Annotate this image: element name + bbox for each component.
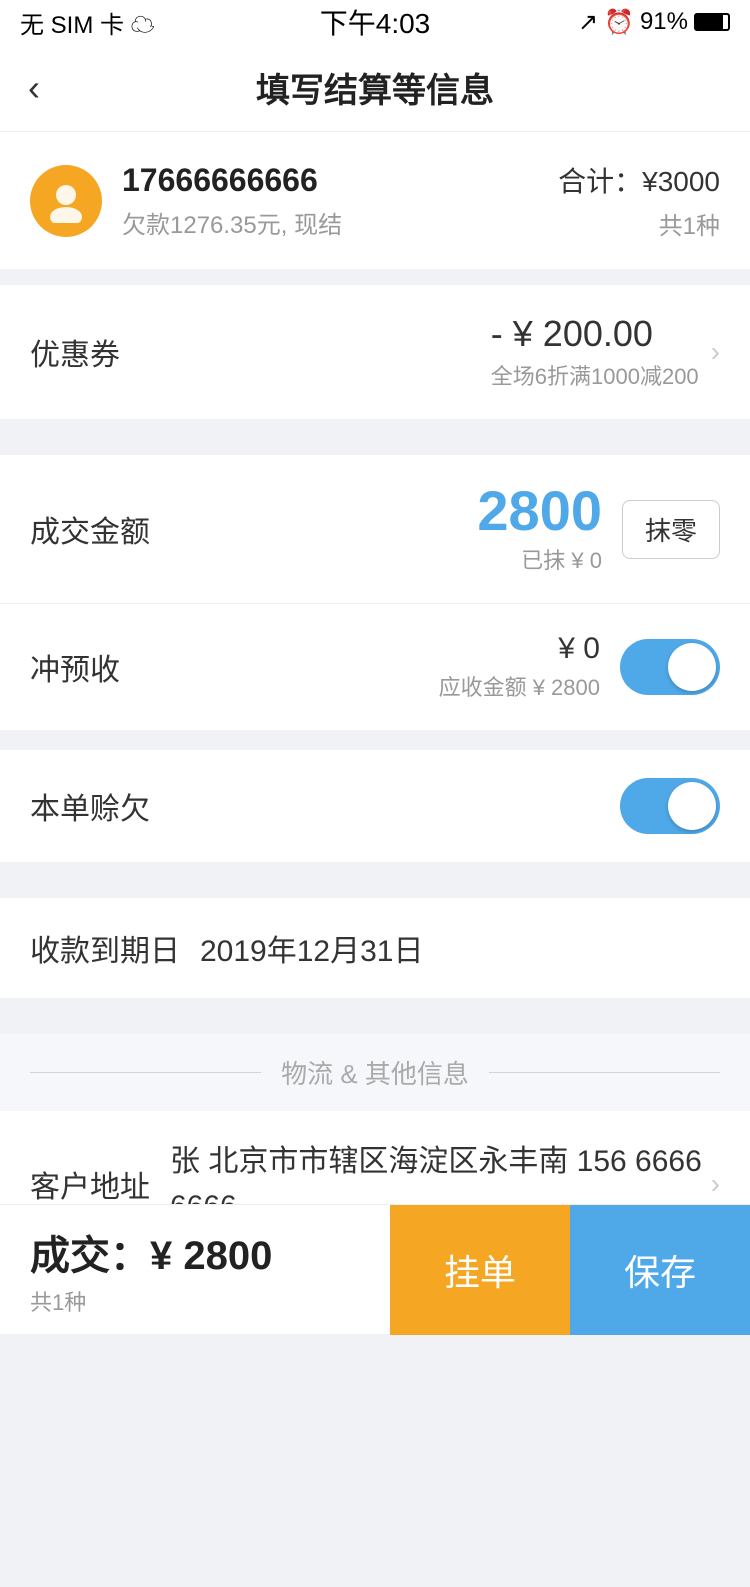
amount-row: 成交金额 2800 已抹 ¥ 0 抹零	[0, 455, 750, 604]
coupon-label: 优惠券	[30, 330, 120, 374]
bottom-summary: 成交：¥ 2800 共1种	[0, 1223, 390, 1317]
logistics-divider-text: 物流 & 其他信息	[281, 1054, 469, 1091]
user-info: 17666666666 欠款1276.35元, 现结	[122, 162, 342, 240]
battery-icon	[694, 13, 730, 31]
alarm-icon: ⏰	[604, 8, 634, 37]
address-chevron-icon: ›	[711, 1168, 720, 1200]
status-bar-left: 无 SIM 卡 ☁	[20, 5, 155, 40]
status-bar-right: ↗ ⏰ 91%	[578, 8, 730, 37]
amount-label: 成交金额	[30, 507, 150, 551]
toggle-knob	[668, 643, 716, 691]
form-section-amount: 成交金额 2800 已抹 ¥ 0 抹零 冲预收 ¥ 0 应收金额 ¥ 2800	[0, 455, 750, 730]
user-total: 合计：¥3000	[558, 160, 720, 200]
user-debt: 欠款1276.35元, 现结	[122, 205, 342, 240]
hang-button[interactable]: 挂单	[390, 1205, 570, 1335]
due-date-row: 收款到期日 2019年12月31日	[0, 898, 750, 998]
prepay-sub: 应收金额 ¥ 2800	[439, 670, 600, 702]
section-gap-3	[0, 878, 750, 898]
bottom-deal-label: 成交：	[30, 1234, 150, 1278]
save-button[interactable]: 保存	[570, 1205, 750, 1335]
round-button[interactable]: 抹零	[622, 500, 720, 559]
coupon-row[interactable]: 优惠券 - ¥ 200.00 全场6折满1000减200 ›	[0, 285, 750, 419]
amount-value-wrap: 2800 已抹 ¥ 0	[477, 483, 602, 575]
amount-right: 2800 已抹 ¥ 0 抹零	[477, 483, 720, 575]
section-gap-1	[0, 435, 750, 455]
debt-row: 本单赊欠	[0, 750, 750, 862]
debt-toggle-knob	[668, 782, 716, 830]
bottom-count: 共1种	[30, 1285, 360, 1317]
bottom-bar: 成交：¥ 2800 共1种 挂单 保存	[0, 1204, 750, 1334]
due-date-label: 收款到期日	[30, 926, 180, 970]
page-title: 填写结算等信息	[256, 63, 494, 112]
status-bar: 无 SIM 卡 ☁ 下午4:03 ↗ ⏰ 91%	[0, 0, 750, 44]
coupon-right: - ¥ 200.00 全场6折满1000减200 ›	[491, 313, 720, 391]
prepay-value: ¥ 0	[439, 632, 600, 666]
coupon-desc: 全场6折满1000减200	[491, 359, 699, 391]
prepay-row: 冲预收 ¥ 0 应收金额 ¥ 2800	[0, 604, 750, 730]
due-date-value: 2019年12月31日	[200, 926, 423, 970]
chevron-right-icon: ›	[711, 336, 720, 368]
back-button[interactable]: ‹	[28, 67, 40, 109]
bottom-deal-amount: ¥ 2800	[150, 1234, 272, 1278]
user-phone: 17666666666	[122, 162, 342, 199]
divider-line-right	[489, 1072, 720, 1073]
avatar	[30, 165, 102, 237]
content-area: 17666666666 欠款1276.35元, 现结 合计：¥3000 共1种 …	[0, 132, 750, 1587]
address-label: 客户地址	[30, 1162, 150, 1206]
nav-bar: ‹ 填写结算等信息	[0, 44, 750, 132]
user-info-left: 17666666666 欠款1276.35元, 现结	[30, 162, 342, 240]
user-total-area: 合计：¥3000 共1种	[558, 160, 720, 241]
debt-toggle[interactable]	[620, 778, 720, 834]
coupon-amount: - ¥ 200.00	[491, 313, 699, 355]
amount-value: 2800	[477, 483, 602, 539]
status-bar-time: 下午4:03	[320, 2, 431, 42]
location-icon: ↗	[578, 8, 598, 37]
battery-status: 91%	[640, 8, 688, 36]
section-gap-2	[0, 730, 750, 750]
debt-label: 本单赊欠	[30, 784, 150, 828]
prepay-right: ¥ 0 应收金额 ¥ 2800	[439, 632, 720, 702]
prepay-value-wrap: ¥ 0 应收金额 ¥ 2800	[439, 632, 600, 702]
prepay-toggle[interactable]	[620, 639, 720, 695]
logistics-divider: 物流 & 其他信息	[0, 1034, 750, 1111]
bottom-deal: 成交：¥ 2800	[30, 1223, 360, 1281]
divider-line-left	[30, 1072, 261, 1073]
section-gap-4	[0, 1014, 750, 1034]
prepay-label: 冲预收	[30, 645, 120, 689]
sim-status: 无 SIM 卡 ☁	[20, 5, 155, 40]
user-count: 共1种	[558, 206, 720, 241]
user-card: 17666666666 欠款1276.35元, 现结 合计：¥3000 共1种	[0, 132, 750, 269]
amount-sub: 已抹 ¥ 0	[477, 543, 602, 575]
